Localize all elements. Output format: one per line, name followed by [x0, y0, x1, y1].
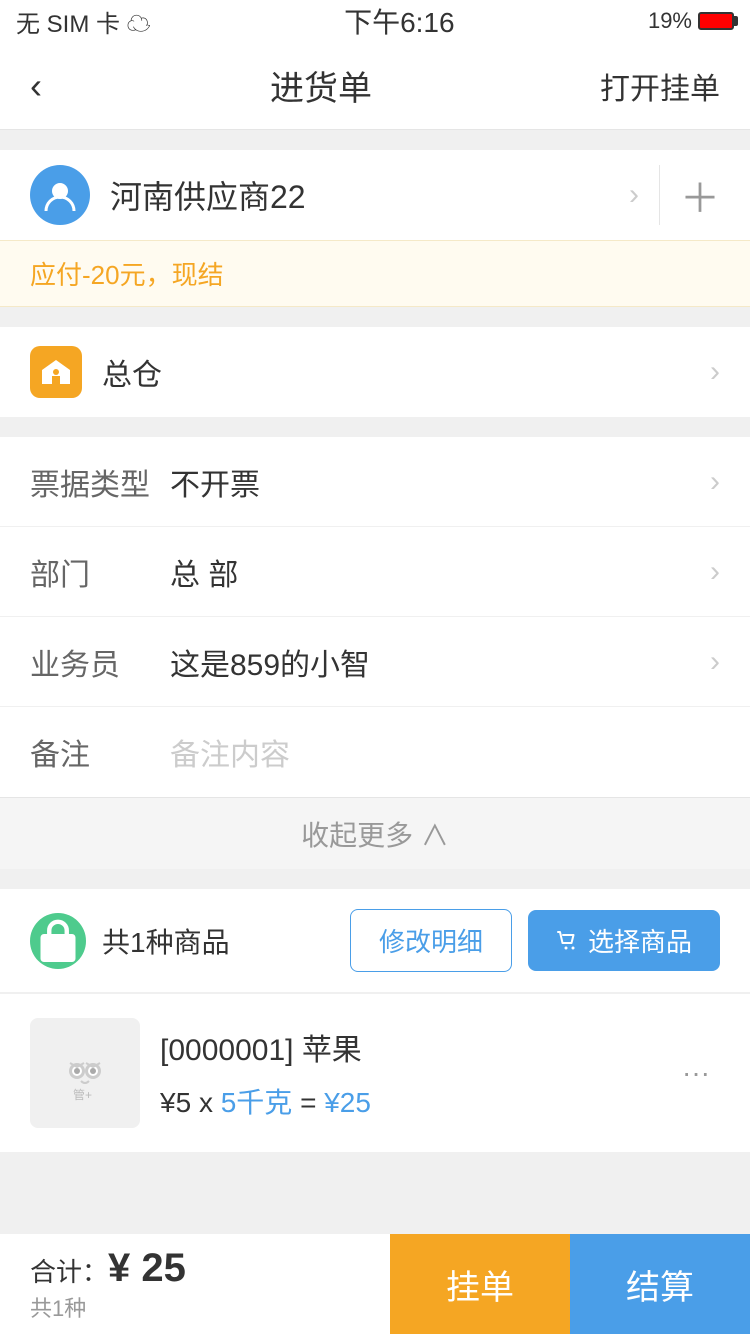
salesperson-value: 这是859的小智	[170, 640, 710, 684]
warehouse-chevron-icon: ›	[710, 355, 720, 389]
salesperson-row[interactable]: 业务员 这是859的小智 ›	[0, 617, 750, 707]
form-card: 票据类型 不开票 › 部门 总 部 › 业务员 这是859的小智 › 备注 备注…	[0, 437, 750, 797]
status-time: 下午6:16	[344, 1, 455, 41]
price-value: ¥5	[160, 1087, 191, 1118]
collapse-button[interactable]: 收起更多 ∧	[0, 797, 750, 869]
price-total: ¥25	[324, 1087, 371, 1118]
supplier-avatar	[30, 165, 90, 225]
product-count: 共1种商品	[102, 921, 334, 961]
warehouse-card: 总仓 ›	[0, 327, 750, 417]
product-item: 管+ [0000001] 苹果 ¥5 x 5千克 = ¥25 ···	[0, 994, 750, 1152]
product-name: [0000001] 苹果	[160, 1025, 672, 1069]
gap-1	[0, 130, 750, 150]
dept-value: 总 部	[170, 550, 710, 594]
warehouse-name: 总仓	[102, 350, 710, 394]
gap-4	[0, 869, 750, 889]
supplier-card: 河南供应商22 › ＋ 应付-20元，现结	[0, 150, 750, 307]
more-options-button[interactable]: ···	[672, 1047, 720, 1099]
edit-detail-button[interactable]: 修改明细	[350, 909, 512, 972]
supplier-row[interactable]: 河南供应商22 › ＋	[0, 150, 750, 240]
warehouse-icon	[30, 346, 82, 398]
total-section: 合计： ¥ 25 共1种	[0, 1234, 390, 1334]
total-label: 合计：	[30, 1252, 108, 1289]
total-sub: 共1种	[30, 1291, 360, 1323]
supplier-chevron-icon: ›	[629, 178, 639, 212]
divider	[659, 165, 660, 225]
dept-chevron-icon: ›	[710, 555, 720, 589]
invoice-value: 不开票	[170, 460, 710, 504]
remark-row[interactable]: 备注 备注内容	[0, 707, 750, 797]
invoice-chevron-icon: ›	[710, 465, 720, 499]
product-code: [0000001]	[160, 1034, 293, 1067]
total-amount: ¥ 25	[108, 1246, 186, 1291]
invoice-row[interactable]: 票据类型 不开票 ›	[0, 437, 750, 527]
remark-label: 备注	[30, 730, 170, 774]
remark-input[interactable]: 备注内容	[170, 730, 720, 774]
salesperson-label: 业务员	[30, 640, 170, 684]
select-product-button[interactable]: 选择商品	[528, 910, 720, 971]
invoice-label: 票据类型	[30, 460, 170, 504]
back-button[interactable]: ‹	[30, 65, 42, 107]
select-product-label: 选择商品	[588, 922, 692, 959]
supplier-note: 应付-20元，现结	[0, 240, 750, 307]
dept-row[interactable]: 部门 总 部 ›	[0, 527, 750, 617]
product-bag-icon	[30, 913, 86, 969]
checkout-button[interactable]: 结算	[570, 1234, 750, 1334]
dept-label: 部门	[30, 550, 170, 594]
status-left: 无 SIM 卡 ☁	[16, 4, 151, 39]
svg-text:管+: 管+	[73, 1087, 92, 1102]
price-x: x	[199, 1087, 221, 1118]
add-button[interactable]: ＋	[680, 166, 720, 224]
status-right: 19%	[648, 8, 734, 34]
product-thumbnail: 管+	[30, 1018, 140, 1128]
supplier-name: 河南供应商22	[110, 172, 629, 218]
price-eq: =	[300, 1087, 324, 1118]
product-header: 共1种商品 修改明细 选择商品	[0, 889, 750, 992]
gap-2	[0, 307, 750, 327]
hang-button[interactable]: 挂单	[390, 1234, 570, 1334]
status-bar: 无 SIM 卡 ☁ 下午6:16 19%	[0, 0, 750, 42]
owl-icon: 管+	[55, 1043, 115, 1103]
open-hang-button[interactable]: 打开挂单	[600, 64, 720, 108]
page-title: 进货单	[270, 61, 372, 110]
product-price: ¥5 x 5千克 = ¥25	[160, 1081, 672, 1121]
salesperson-chevron-icon: ›	[710, 645, 720, 679]
warehouse-row[interactable]: 总仓 ›	[0, 327, 750, 417]
product-info: [0000001] 苹果 ¥5 x 5千克 = ¥25	[160, 1025, 672, 1121]
sim-label: 无 SIM 卡 ☁	[16, 4, 151, 39]
battery-icon	[698, 12, 734, 30]
bottom-bar: 合计： ¥ 25 共1种 挂单 结算	[0, 1234, 750, 1334]
product-title: 苹果	[302, 1034, 362, 1067]
nav-bar: ‹ 进货单 打开挂单	[0, 42, 750, 130]
battery-label: 19%	[648, 8, 692, 34]
price-quantity: 5千克	[221, 1087, 293, 1118]
gap-3	[0, 417, 750, 437]
cart-icon	[556, 929, 580, 953]
